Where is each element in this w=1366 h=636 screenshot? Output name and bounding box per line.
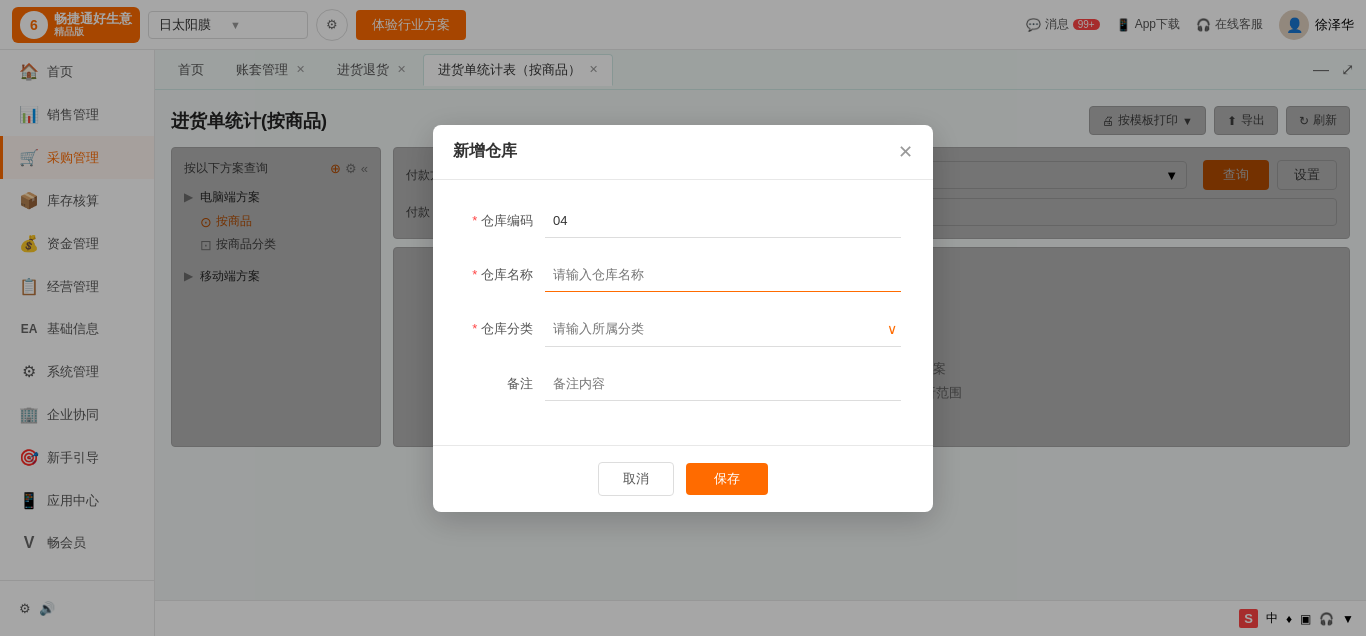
warehouse-remark-label: 备注 [465,375,545,393]
modal-title: 新增仓库 [453,141,517,162]
category-dropdown-icon: ∨ [887,321,897,337]
warehouse-remark-row: 备注 [465,367,901,401]
modal-body: 仓库编码 仓库名称 仓库分类 ∨ 备注 [433,180,933,445]
warehouse-remark-input[interactable] [545,367,901,401]
warehouse-name-input[interactable] [545,258,901,292]
warehouse-category-row: 仓库分类 ∨ [465,312,901,347]
modal-header: 新增仓库 ✕ [433,125,933,180]
cancel-button[interactable]: 取消 [598,462,674,496]
modal-footer: 取消 保存 [433,445,933,512]
modal-overlay: 新增仓库 ✕ 仓库编码 仓库名称 仓库分类 ∨ [0,0,1366,636]
save-button[interactable]: 保存 [686,463,768,495]
warehouse-code-row: 仓库编码 [465,204,901,238]
warehouse-category-select[interactable]: ∨ [545,312,901,347]
warehouse-category-label: 仓库分类 [465,320,545,338]
modal-close-button[interactable]: ✕ [898,141,913,163]
warehouse-name-label: 仓库名称 [465,266,545,284]
warehouse-category-input[interactable] [545,312,887,346]
warehouse-code-input[interactable] [545,204,901,238]
add-warehouse-modal: 新增仓库 ✕ 仓库编码 仓库名称 仓库分类 ∨ [433,125,933,512]
warehouse-name-row: 仓库名称 [465,258,901,292]
warehouse-code-label: 仓库编码 [465,212,545,230]
